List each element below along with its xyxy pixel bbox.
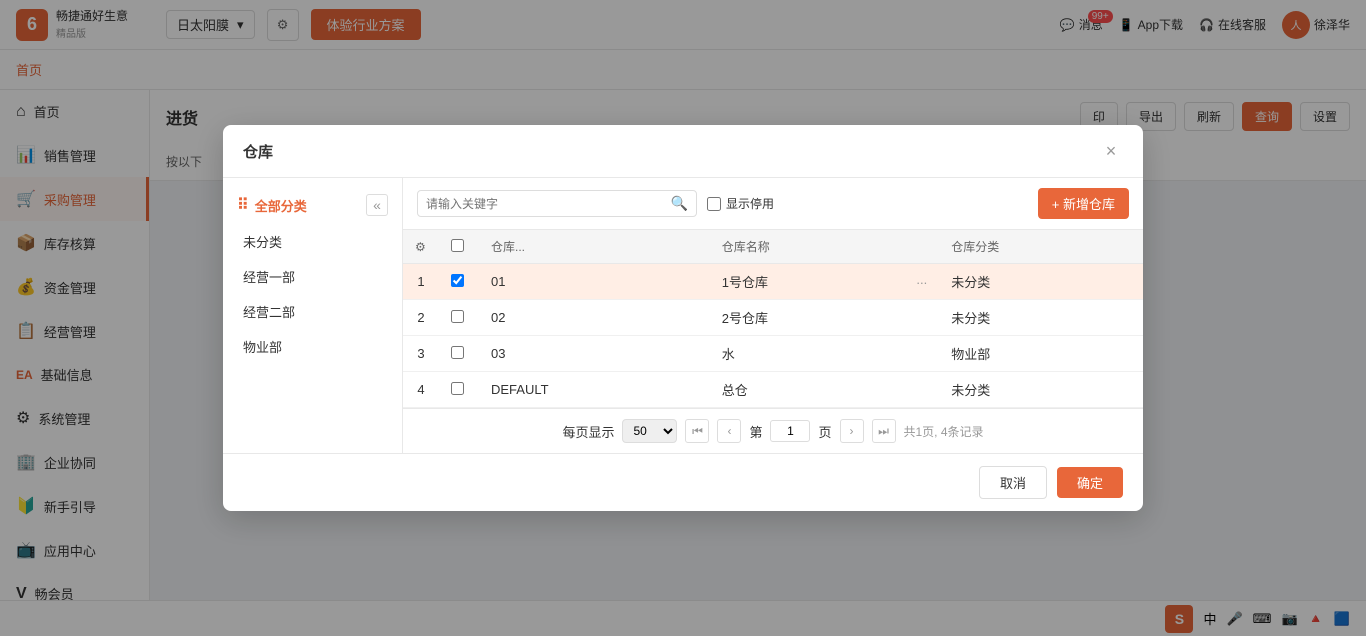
row-code: DEFAULT [479,372,710,408]
row-checkbox[interactable] [451,274,464,287]
row-name: 总仓 [710,372,939,408]
row-num: 1 [403,264,439,300]
row-checkbox[interactable] [451,382,464,395]
category-item-ops2[interactable]: 经营二部 [223,294,402,329]
confirm-button[interactable]: 确定 [1057,467,1123,498]
row-category: 未分类 [939,264,1143,300]
all-category-title[interactable]: ⠿ 全部分类 [237,195,307,215]
th-checkbox [439,230,479,264]
modal-footer: 取消 确定 [223,453,1143,511]
table-row[interactable]: 1 01 1号仓库... 未分类 [403,264,1143,300]
row-checkbox-cell [439,300,479,336]
modal-overlay: 仓库 × ⠿ 全部分类 « 未分类 经营一部 经营二部 物业部 [0,0,1366,636]
table-wrapper: ⚙ 仓库... 仓库名称 仓库分类 [403,230,1143,408]
row-checkbox-cell [439,372,479,408]
table-panel: 🔍 显示停用 + 新增仓库 ⚙ [403,178,1143,453]
modal-header: 仓库 × [223,125,1143,178]
page-next-button[interactable]: › [840,419,864,443]
th-code: 仓库... [479,230,710,264]
page-prev-button[interactable]: ‹ [717,419,741,443]
per-page-select[interactable]: 50 100 [622,419,677,443]
row-checkbox[interactable] [451,310,464,323]
search-input-wrap: 🔍 [417,190,697,217]
page-input[interactable] [770,420,810,442]
row-checkbox[interactable] [451,346,464,359]
th-name: 仓库名称 [710,230,939,264]
total-info: 共1页, 4条记录 [904,423,984,440]
modal-body: ⠿ 全部分类 « 未分类 经营一部 经营二部 物业部 🔍 [223,178,1143,453]
show-disabled-checkbox[interactable] [707,197,721,211]
table-header-row: ⚙ 仓库... 仓库名称 仓库分类 [403,230,1143,264]
row-name: 1号仓库... [710,264,939,300]
category-item-unclassified[interactable]: 未分类 [223,224,402,259]
row-num: 3 [403,336,439,372]
page-last-button[interactable]: ⏭ [872,419,896,443]
category-header: ⠿ 全部分类 « [223,186,402,224]
row-code: 01 [479,264,710,300]
cancel-button[interactable]: 取消 [979,466,1047,499]
warehouse-table: ⚙ 仓库... 仓库名称 仓库分类 [403,230,1143,408]
row-checkbox-cell [439,336,479,372]
page-first-button[interactable]: ⏮ [685,419,709,443]
row-num: 2 [403,300,439,336]
row-name: 2号仓库 [710,300,939,336]
row-code: 03 [479,336,710,372]
th-settings: ⚙ [403,230,439,264]
search-icon: 🔍 [671,195,688,212]
row-name: 水 [710,336,939,372]
row-category: 未分类 [939,372,1143,408]
modal: 仓库 × ⠿ 全部分类 « 未分类 经营一部 经营二部 物业部 [223,125,1143,511]
modal-title: 仓库 [243,141,273,162]
row-checkbox-cell [439,264,479,300]
select-all-checkbox[interactable] [451,239,464,252]
category-item-property[interactable]: 物业部 [223,329,402,364]
row-category: 未分类 [939,300,1143,336]
th-category: 仓库分类 [939,230,1143,264]
category-item-ops1[interactable]: 经营一部 [223,259,402,294]
table-toolbar: 🔍 显示停用 + 新增仓库 [403,178,1143,230]
table-row[interactable]: 2 02 2号仓库 未分类 [403,300,1143,336]
category-panel: ⠿ 全部分类 « 未分类 经营一部 经营二部 物业部 [223,178,403,453]
collapse-button[interactable]: « [366,194,388,216]
show-disabled-wrap: 显示停用 [707,195,774,212]
pagination: 每页显示 50 100 ⏮ ‹ 第 页 › ⏭ 共1页, 4条记录 [403,408,1143,453]
search-input[interactable] [426,197,665,211]
add-warehouse-button[interactable]: + 新增仓库 [1038,188,1129,219]
row-code: 02 [479,300,710,336]
table-row[interactable]: 4 DEFAULT 总仓 未分类 [403,372,1143,408]
row-num: 4 [403,372,439,408]
table-row[interactable]: 3 03 水 物业部 [403,336,1143,372]
category-dots-icon: ⠿ [237,195,249,215]
modal-close-button[interactable]: × [1099,139,1123,163]
row-category: 物业部 [939,336,1143,372]
